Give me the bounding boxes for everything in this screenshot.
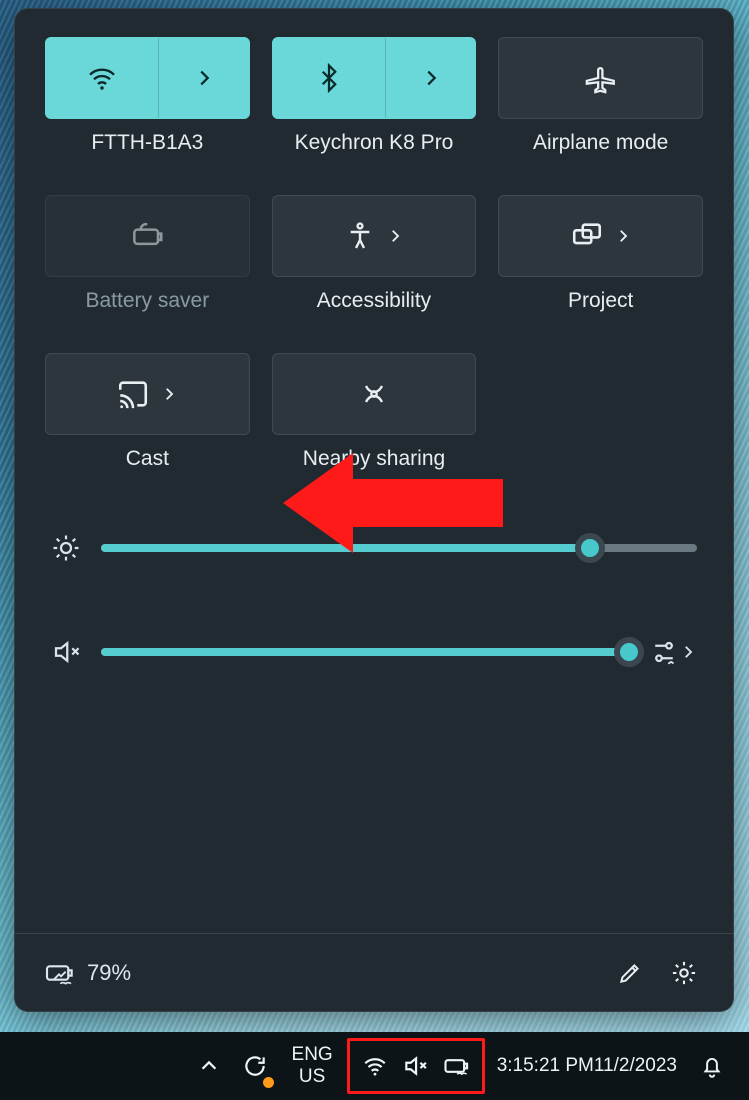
- bluetooth-tile[interactable]: [272, 37, 477, 119]
- bell-icon: [699, 1053, 725, 1079]
- chevron-right-icon: [420, 67, 442, 89]
- mixer-icon: [649, 637, 679, 667]
- language-top: ENG: [292, 1044, 333, 1066]
- settings-button[interactable]: [663, 952, 705, 994]
- brightness-row: [51, 533, 697, 563]
- taskbar: ENG US 3:15:21 PM 11/2/2023: [0, 1032, 749, 1100]
- battery-saver-icon: [128, 217, 166, 255]
- update-notification-dot: [263, 1077, 274, 1088]
- wifi-icon: [362, 1053, 388, 1079]
- windows-update-tray[interactable]: [232, 1038, 278, 1094]
- airplane-mode-tile[interactable]: [498, 37, 703, 119]
- language-bottom: US: [299, 1066, 325, 1088]
- chevron-right-icon: [386, 227, 404, 245]
- chevron-right-icon: [160, 385, 178, 403]
- gear-icon: [670, 959, 698, 987]
- edit-quick-settings-button[interactable]: [609, 952, 651, 994]
- airplane-mode-label: Airplane mode: [498, 131, 703, 155]
- speaker-muted-icon[interactable]: [51, 637, 81, 667]
- bluetooth-toggle[interactable]: [273, 38, 385, 118]
- chevron-right-icon: [679, 643, 697, 661]
- language-indicator[interactable]: ENG US: [280, 1038, 345, 1094]
- tray-overflow-button[interactable]: [188, 1038, 230, 1094]
- wifi-expand[interactable]: [158, 38, 249, 118]
- wifi-tile[interactable]: [45, 37, 250, 119]
- nearby-sharing-label: Nearby sharing: [272, 447, 477, 471]
- project-label: Project: [498, 289, 703, 313]
- quick-settings-footer: 79%: [15, 933, 733, 1011]
- chevron-right-icon: [193, 67, 215, 89]
- wifi-toggle[interactable]: [46, 38, 158, 118]
- battery-saver-label: Battery saver: [45, 289, 250, 313]
- taskbar-date: 11/2/2023: [594, 1055, 677, 1078]
- chevron-right-icon: [614, 227, 632, 245]
- quick-settings-panel: FTTH-B1A3 Keychron K8 Pro: [14, 8, 734, 1012]
- clock-date[interactable]: 3:15:21 PM 11/2/2023: [487, 1038, 687, 1094]
- brightness-icon: [51, 533, 81, 563]
- battery-status-icon[interactable]: [43, 957, 75, 989]
- accessibility-icon: [344, 220, 376, 252]
- bluetooth-expand[interactable]: [385, 38, 476, 118]
- brightness-slider[interactable]: [101, 544, 697, 552]
- cast-label: Cast: [45, 447, 250, 471]
- system-tray-highlighted[interactable]: [347, 1038, 485, 1094]
- quick-settings-grid: FTTH-B1A3 Keychron K8 Pro: [45, 37, 703, 497]
- wifi-icon: [86, 62, 118, 94]
- project-tile[interactable]: [498, 195, 703, 277]
- airplane-icon: [584, 61, 618, 95]
- cast-icon: [116, 377, 150, 411]
- battery-status-icon: [442, 1052, 470, 1080]
- update-icon: [242, 1053, 268, 1079]
- speaker-muted-icon: [402, 1053, 428, 1079]
- chevron-up-icon: [198, 1055, 220, 1077]
- bluetooth-icon: [314, 63, 344, 93]
- cast-tile[interactable]: [45, 353, 250, 435]
- nearby-share-icon: [358, 378, 390, 410]
- volume-row: [51, 637, 697, 667]
- accessibility-tile[interactable]: [272, 195, 477, 277]
- notifications-button[interactable]: [689, 1038, 735, 1094]
- sliders-section: [45, 533, 703, 667]
- audio-output-button[interactable]: [649, 637, 697, 667]
- project-icon: [570, 219, 604, 253]
- wifi-label: FTTH-B1A3: [45, 131, 250, 155]
- accessibility-label: Accessibility: [272, 289, 477, 313]
- battery-percent-text: 79%: [87, 960, 131, 986]
- pencil-icon: [617, 960, 643, 986]
- battery-saver-tile: [45, 195, 250, 277]
- volume-slider[interactable]: [101, 648, 629, 656]
- bluetooth-label: Keychron K8 Pro: [272, 131, 477, 155]
- nearby-sharing-tile[interactable]: [272, 353, 477, 435]
- taskbar-time: 3:15:21 PM: [497, 1055, 594, 1078]
